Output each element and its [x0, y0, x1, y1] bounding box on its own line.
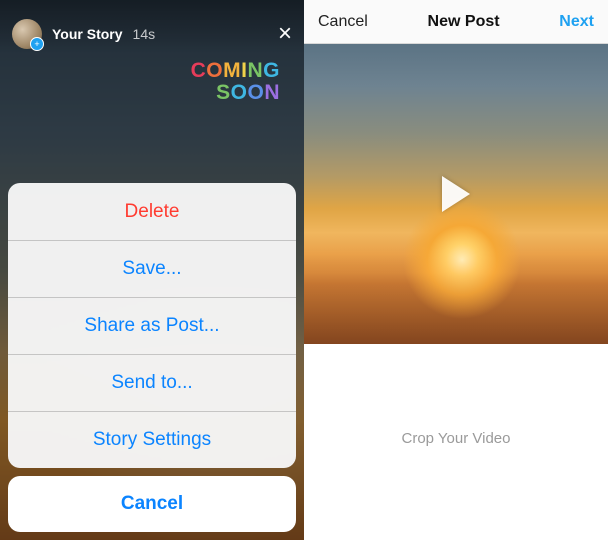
navbar: Cancel New Post Next: [304, 0, 608, 44]
play-icon[interactable]: [442, 176, 470, 212]
close-icon[interactable]: ×: [278, 22, 292, 46]
coming-soon-sticker: COMING SOON: [191, 60, 280, 104]
story-time-label: 14s: [133, 26, 156, 42]
action-sheet-group: Delete Save... Share as Post... Send to.…: [8, 183, 296, 468]
nav-next-button[interactable]: Next: [559, 13, 594, 31]
video-preview[interactable]: [304, 44, 608, 344]
action-sheet: Delete Save... Share as Post... Send to.…: [8, 183, 296, 532]
cancel-button[interactable]: Cancel: [8, 476, 296, 532]
delete-button[interactable]: Delete: [8, 183, 296, 240]
story-viewer-pane: Your Story 14s × COMING SOON Delete Save…: [0, 0, 304, 540]
avatar[interactable]: [12, 19, 42, 49]
story-name-label: Your Story: [52, 26, 123, 42]
share-as-post-button[interactable]: Share as Post...: [8, 297, 296, 354]
nav-title: New Post: [428, 13, 500, 31]
crop-your-video-label: Crop Your Video: [304, 430, 608, 447]
save-button[interactable]: Save...: [8, 240, 296, 297]
story-header: Your Story 14s ×: [0, 0, 304, 54]
nav-cancel-button[interactable]: Cancel: [318, 13, 368, 31]
story-settings-button[interactable]: Story Settings: [8, 411, 296, 468]
water-reflection: [304, 242, 608, 344]
new-post-pane: Cancel New Post Next Crop Your Video: [304, 0, 608, 540]
send-to-button[interactable]: Send to...: [8, 354, 296, 411]
